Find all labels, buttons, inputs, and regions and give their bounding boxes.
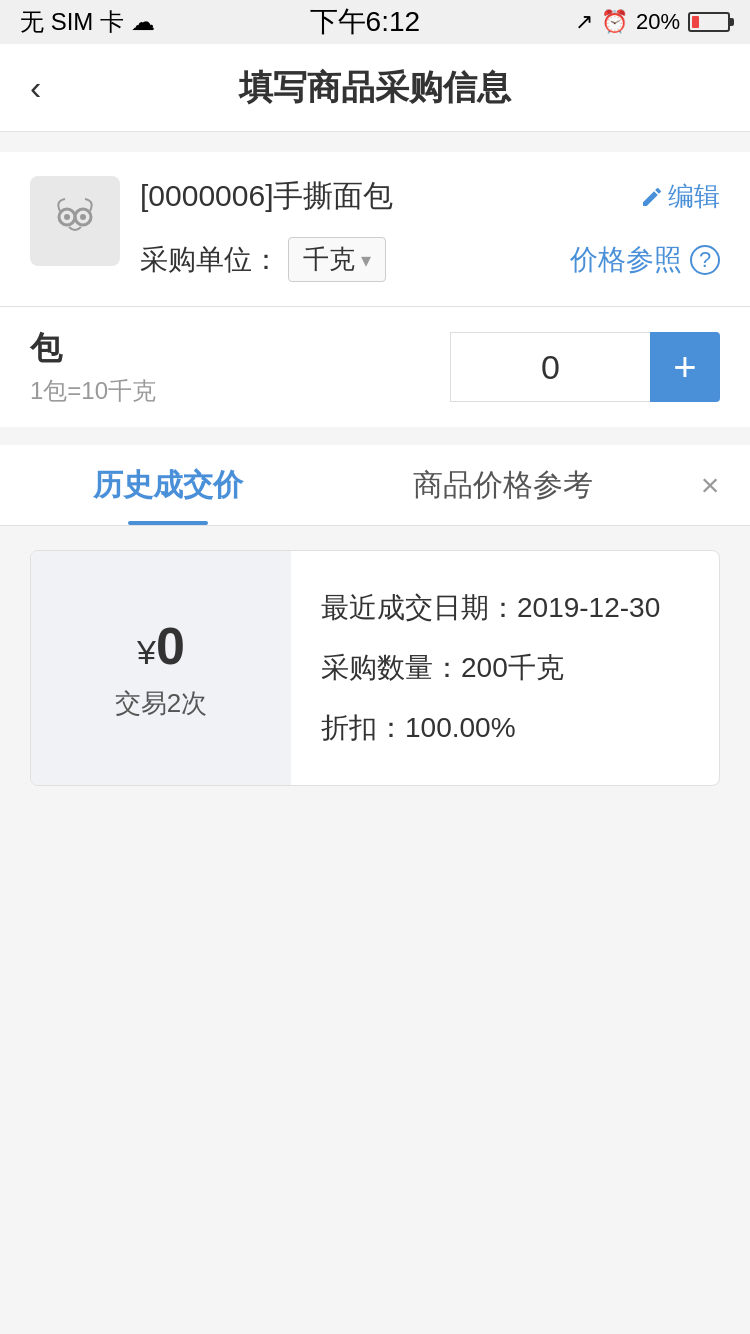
page-title: 填写商品采购信息 bbox=[239, 65, 511, 111]
status-left: 无 SIM 卡 ☁ bbox=[20, 6, 155, 38]
qty-conversion: 1包=10千克 bbox=[30, 375, 156, 407]
product-logo-icon bbox=[45, 191, 105, 251]
edit-icon bbox=[640, 185, 664, 209]
status-time: 下午6:12 bbox=[310, 3, 421, 41]
product-card: [0000006]手撕面包 编辑 采购单位： 千克 ▾ bbox=[0, 152, 750, 306]
price-ref-button[interactable]: 价格参照 ? bbox=[570, 241, 720, 279]
tab-bar: 历史成交价 商品价格参考 × bbox=[0, 445, 750, 526]
qty-input-area: 0 + bbox=[450, 332, 720, 402]
back-button[interactable]: ‹ bbox=[30, 58, 51, 117]
product-thumbnail bbox=[30, 176, 120, 266]
status-right: ↗ ⏰ 20% bbox=[575, 9, 730, 35]
tab-history-price[interactable]: 历史成交价 bbox=[0, 445, 335, 525]
edit-label: 编辑 bbox=[668, 179, 720, 214]
qty-unit-name: 包 bbox=[30, 327, 156, 371]
currency-symbol: ¥ bbox=[137, 633, 156, 671]
battery-percent: 20% bbox=[636, 9, 680, 35]
location-icon: ↗ bbox=[575, 9, 593, 35]
purchase-qty-label: 采购数量： bbox=[321, 652, 461, 683]
unit-label: 采购单位： bbox=[140, 241, 280, 279]
status-bar: 无 SIM 卡 ☁ 下午6:12 ↗ ⏰ 20% bbox=[0, 0, 750, 44]
help-icon: ? bbox=[690, 245, 720, 275]
product-info: [0000006]手撕面包 编辑 采购单位： 千克 ▾ bbox=[140, 176, 720, 282]
discount-label: 折扣： bbox=[321, 712, 405, 743]
price-ref-label: 价格参照 bbox=[570, 241, 682, 279]
edit-button[interactable]: 编辑 bbox=[640, 179, 720, 214]
page-content: [0000006]手撕面包 编辑 采购单位： 千克 ▾ bbox=[0, 152, 750, 952]
dropdown-arrow-icon: ▾ bbox=[361, 248, 371, 272]
recent-date-row: 最近成交日期：2019-12-30 bbox=[321, 587, 689, 629]
product-name-row: [0000006]手撕面包 编辑 bbox=[140, 176, 720, 217]
nav-bar: ‹ 填写商品采购信息 bbox=[0, 44, 750, 132]
qty-label-area: 包 1包=10千克 bbox=[30, 327, 156, 407]
discount-row: 折扣：100.00% bbox=[321, 707, 689, 749]
unit-select[interactable]: 千克 ▾ bbox=[288, 237, 386, 282]
history-card: ¥0 交易2次 最近成交日期：2019-12-30 采购数量：200千克 折扣：… bbox=[30, 550, 720, 786]
discount-value: 100.00% bbox=[405, 712, 516, 743]
unit-value: 千克 bbox=[303, 242, 355, 277]
sim-status: 无 SIM 卡 ☁ bbox=[20, 6, 155, 38]
trades-count: 交易2次 bbox=[115, 686, 207, 721]
battery-icon bbox=[688, 12, 730, 32]
svg-point-3 bbox=[80, 214, 86, 220]
qty-plus-button[interactable]: + bbox=[650, 332, 720, 402]
unit-row: 采购单位： 千克 ▾ 价格参照 ? bbox=[140, 237, 720, 282]
tab-history-label: 历史成交价 bbox=[93, 465, 243, 506]
alarm-icon: ⏰ bbox=[601, 9, 628, 35]
quantity-input[interactable]: 0 bbox=[450, 332, 650, 402]
recent-date-label: 最近成交日期： bbox=[321, 592, 517, 623]
tab-price-ref[interactable]: 商品价格参考 bbox=[335, 445, 670, 525]
tab-close-button[interactable]: × bbox=[670, 445, 750, 525]
recent-date-value: 2019-12-30 bbox=[517, 592, 660, 623]
product-header: [0000006]手撕面包 编辑 采购单位： 千克 ▾ bbox=[30, 176, 720, 282]
history-price-display: ¥0 bbox=[137, 616, 185, 676]
history-price-area: ¥0 交易2次 bbox=[31, 551, 291, 785]
purchase-qty-value: 200千克 bbox=[461, 652, 564, 683]
tab-active-underline bbox=[128, 521, 208, 525]
history-section: ¥0 交易2次 最近成交日期：2019-12-30 采购数量：200千克 折扣：… bbox=[0, 526, 750, 810]
svg-point-2 bbox=[64, 214, 70, 220]
purchase-qty-row: 采购数量：200千克 bbox=[321, 647, 689, 689]
price-value: 0 bbox=[156, 617, 185, 675]
tab-price-ref-label: 商品价格参考 bbox=[413, 465, 593, 506]
product-name: [0000006]手撕面包 bbox=[140, 176, 393, 217]
history-details: 最近成交日期：2019-12-30 采购数量：200千克 折扣：100.00% bbox=[291, 551, 719, 785]
quantity-section: 包 1包=10千克 0 + bbox=[0, 306, 750, 427]
